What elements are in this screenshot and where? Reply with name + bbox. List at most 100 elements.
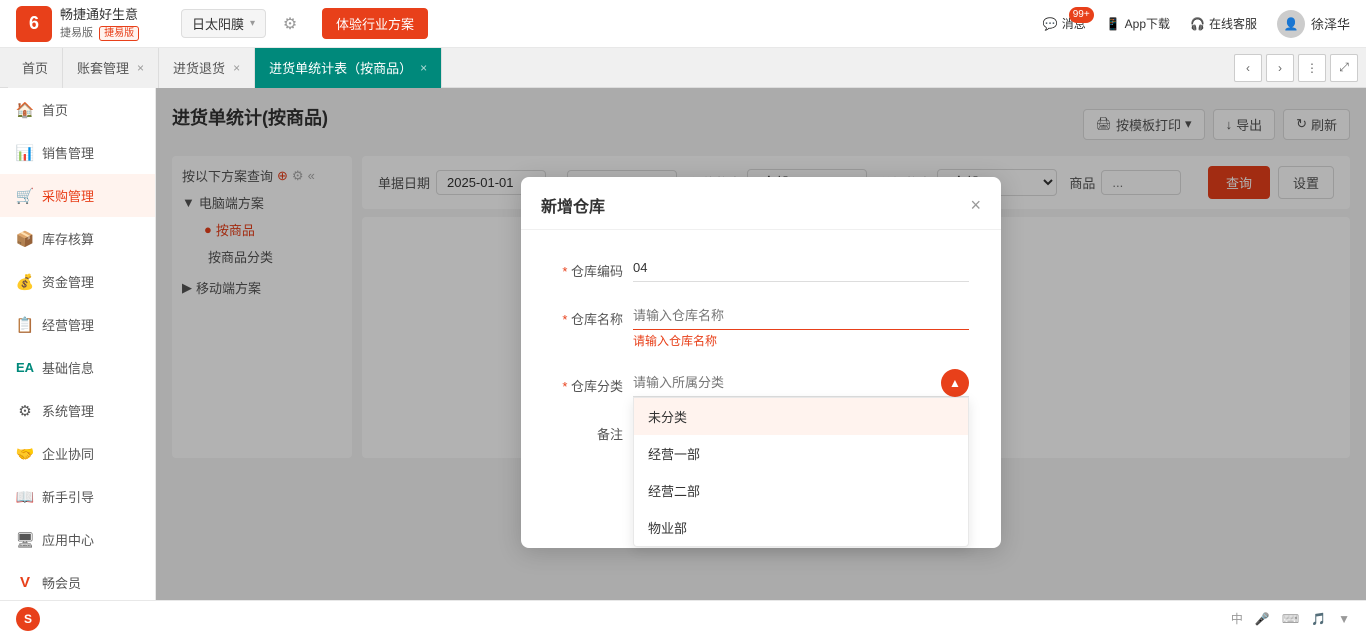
tab-bar: 首页 账套管理 × 进货退货 × 进货单统计表（按商品） × ‹ › ⋮ ⤢ xyxy=(0,48,1366,88)
sidebar-label-basic-info: 基础信息 xyxy=(42,358,94,377)
customer-service-button[interactable]: 🎧 在线客服 xyxy=(1190,15,1257,32)
app-download-button[interactable]: 📱 App下载 xyxy=(1106,15,1170,32)
modal-title: 新增仓库 xyxy=(541,193,605,217)
app-center-icon: 🖥 xyxy=(16,531,34,549)
company-selector[interactable]: 日太阳膜 xyxy=(181,9,266,38)
modal-backdrop: 新增仓库 × 仓库编码 仓库名称 xyxy=(156,88,1366,636)
tab-account-close-icon[interactable]: × xyxy=(137,61,144,75)
category-label: 仓库分类 xyxy=(553,369,633,395)
tab-menu-button[interactable]: ⋮ xyxy=(1298,54,1326,82)
enterprise-icon: 🤝 xyxy=(16,445,34,463)
tab-purchase-stats[interactable]: 进货单统计表（按商品） × xyxy=(255,48,442,88)
bottom-bar: S 中 🎤 ⌨ 🎵 ▼ xyxy=(0,600,1366,636)
tab-purchase-stats-close-icon[interactable]: × xyxy=(420,61,427,75)
more-icon[interactable]: ▼ xyxy=(1338,612,1350,626)
sidebar: 🏠 首页 📊 销售管理 🛒 采购管理 📦 库存核算 💰 资金管理 📋 经营管理 … xyxy=(0,88,156,636)
sidebar-item-basic-info[interactable]: EA 基础信息 xyxy=(0,346,155,389)
tab-fullscreen-button[interactable]: ⤢ xyxy=(1330,54,1358,82)
sidebar-item-sales[interactable]: 📊 销售管理 xyxy=(0,131,155,174)
headset-icon: 🎧 xyxy=(1190,17,1205,31)
category-field: ▲ 未分类 经营一部 经营二部 xyxy=(633,369,969,397)
code-label: 仓库编码 xyxy=(553,254,633,280)
sidebar-item-home[interactable]: 🏠 首页 xyxy=(0,88,155,131)
logo-badge: 捷易版 xyxy=(99,26,139,41)
basic-info-icon: EA xyxy=(16,359,34,377)
sidebar-item-finance[interactable]: 💰 资金管理 xyxy=(0,260,155,303)
notes-label: 备注 xyxy=(553,417,633,443)
category-dropdown-arrow[interactable]: ▲ xyxy=(941,369,969,397)
tab-purchase-return-label: 进货退货 xyxy=(173,58,225,77)
s-logo: S xyxy=(16,607,40,631)
tab-scroll-left-button[interactable]: ‹ xyxy=(1234,54,1262,82)
sidebar-item-operations[interactable]: 📋 经营管理 xyxy=(0,303,155,346)
sidebar-item-guide[interactable]: 📖 新手引导 xyxy=(0,475,155,518)
settings-icon[interactable]: ⚙ xyxy=(274,8,306,40)
bottom-right: 中 🎤 ⌨ 🎵 ▼ xyxy=(1231,610,1350,627)
dropdown-item-dept1-label: 经营一部 xyxy=(648,447,700,462)
tab-scroll-right-button[interactable]: › xyxy=(1266,54,1294,82)
sidebar-label-system: 系统管理 xyxy=(42,401,94,420)
dropdown-item-dept1[interactable]: 经营一部 xyxy=(634,435,968,472)
modal-body: 仓库编码 仓库名称 请输入仓库名称 xyxy=(521,230,1001,485)
dropdown-item-dept2-label: 经营二部 xyxy=(648,484,700,499)
name-input[interactable] xyxy=(633,302,969,330)
tab-home-label: 首页 xyxy=(22,58,48,77)
category-dropdown: 未分类 经营一部 经营二部 物业部 xyxy=(633,397,969,547)
category-input[interactable] xyxy=(633,369,969,397)
tab-controls: ‹ › ⋮ ⤢ xyxy=(1234,54,1358,82)
name-field: 请输入仓库名称 xyxy=(633,302,969,349)
header-right: 💬 消息 99+ 📱 App下载 🎧 在线客服 👤 徐泽华 xyxy=(1043,10,1350,38)
sidebar-label-enterprise: 企业协同 xyxy=(42,444,94,463)
sidebar-label-finance: 资金管理 xyxy=(42,272,94,291)
music-icon[interactable]: 🎵 xyxy=(1311,612,1326,626)
code-field xyxy=(633,254,969,282)
phone-icon: 📱 xyxy=(1106,17,1121,31)
sidebar-item-inventory[interactable]: 📦 库存核算 xyxy=(0,217,155,260)
experience-button[interactable]: 体验行业方案 xyxy=(322,8,428,39)
sidebar-label-inventory: 库存核算 xyxy=(42,229,94,248)
name-label: 仓库名称 xyxy=(553,302,633,328)
logo-icon: 6 xyxy=(16,6,52,42)
warehouse-code-row: 仓库编码 xyxy=(553,254,969,282)
tab-purchase-return[interactable]: 进货退货 × xyxy=(159,48,255,88)
company-name: 日太阳膜 xyxy=(192,14,244,33)
sidebar-label-sales: 销售管理 xyxy=(42,143,94,162)
sidebar-item-enterprise[interactable]: 🤝 企业协同 xyxy=(0,432,155,475)
sidebar-label-purchase: 采购管理 xyxy=(42,186,94,205)
mic-icon[interactable]: 🎤 xyxy=(1255,612,1270,626)
tab-account[interactable]: 账套管理 × xyxy=(63,48,159,88)
message-button[interactable]: 💬 消息 99+ xyxy=(1043,15,1086,32)
dropdown-item-property-label: 物业部 xyxy=(648,521,687,536)
top-header: 6 畅捷通好生意 捷易版 捷易版 日太阳膜 ⚙ 体验行业方案 💬 消息 99+ … xyxy=(0,0,1366,48)
keyboard-icon[interactable]: ⌨ xyxy=(1282,612,1299,626)
sidebar-item-purchase[interactable]: 🛒 采购管理 xyxy=(0,174,155,217)
modal-close-icon[interactable]: × xyxy=(970,196,981,214)
dropdown-item-dept2[interactable]: 经营二部 xyxy=(634,472,968,509)
tab-purchase-return-close-icon[interactable]: × xyxy=(233,61,240,75)
finance-icon: 💰 xyxy=(16,273,34,291)
content-area: 进货单统计(按商品) 🖨 按模板打印 ↓ 导出 ↻ 刷新 xyxy=(156,88,1366,636)
service-label: 在线客服 xyxy=(1209,15,1257,32)
home-icon: 🏠 xyxy=(16,101,34,119)
dropdown-item-uncategorized[interactable]: 未分类 xyxy=(634,398,968,435)
bottom-left: S xyxy=(16,607,40,631)
code-input[interactable] xyxy=(633,254,969,282)
sidebar-label-vip: 畅会员 xyxy=(42,573,81,592)
sidebar-label-operations: 经营管理 xyxy=(42,315,94,334)
user-name: 徐泽华 xyxy=(1311,14,1350,33)
sidebar-item-app-center[interactable]: 🖥 应用中心 xyxy=(0,518,155,561)
logo-text: 畅捷通好生意 xyxy=(60,7,139,24)
guide-icon: 📖 xyxy=(16,488,34,506)
warehouse-name-row: 仓库名称 请输入仓库名称 xyxy=(553,302,969,349)
tab-home[interactable]: 首页 xyxy=(8,48,63,88)
user-menu-button[interactable]: 👤 徐泽华 xyxy=(1277,10,1350,38)
sidebar-item-system[interactable]: ⚙ 系统管理 xyxy=(0,389,155,432)
logo-area: 6 畅捷通好生意 捷易版 捷易版 xyxy=(16,6,171,42)
dropdown-item-property[interactable]: 物业部 xyxy=(634,509,968,546)
app-label: App下载 xyxy=(1125,15,1170,32)
operations-icon: 📋 xyxy=(16,316,34,334)
lang-icon[interactable]: 中 xyxy=(1231,610,1243,627)
user-avatar: 👤 xyxy=(1277,10,1305,38)
message-badge: 99+ xyxy=(1069,7,1094,23)
logo-sub: 捷易版 捷易版 xyxy=(60,24,139,40)
